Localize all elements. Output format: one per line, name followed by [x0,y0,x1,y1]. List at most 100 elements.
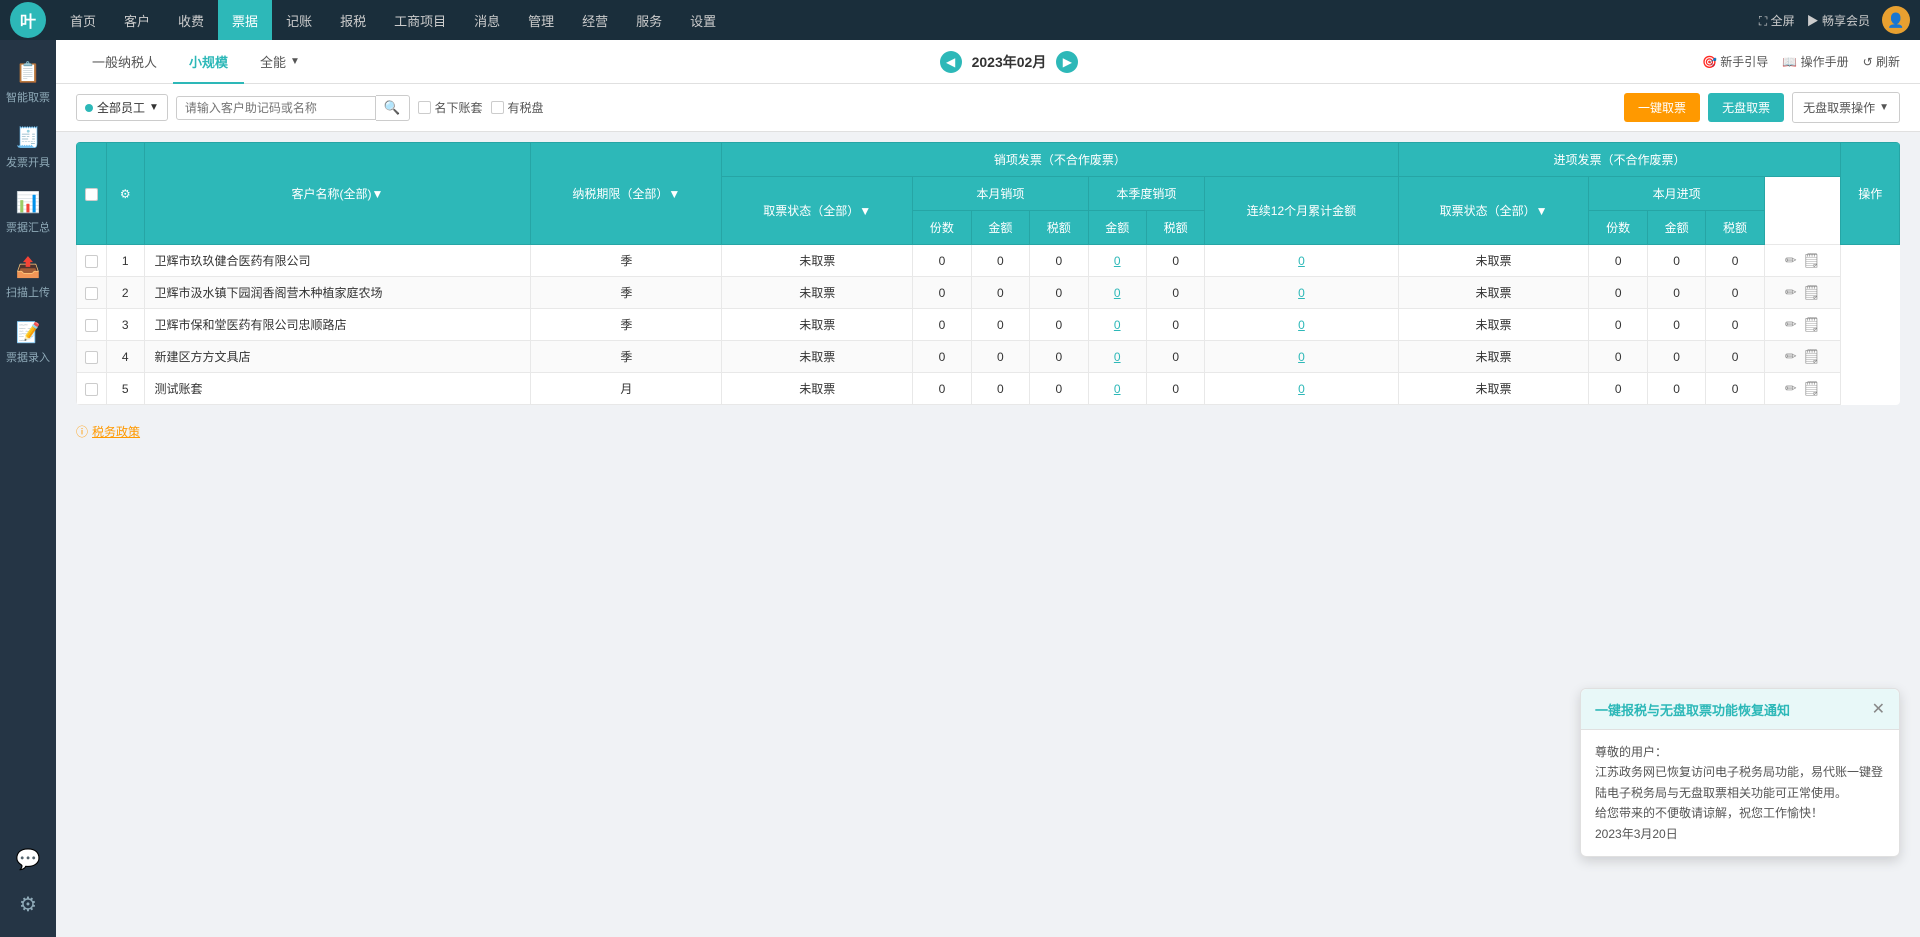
row-sales-quarter-amount[interactable]: 0 [1088,245,1146,277]
th-sales-status[interactable]: 取票状态（全部）▼ [722,177,913,245]
row-checkbox[interactable] [77,341,107,373]
nav-message[interactable]: 消息 [460,0,514,40]
view-icon[interactable]: 🗒 [1803,348,1821,365]
checkbox-named-account[interactable]: 名下账套 [418,99,483,116]
nav-tax[interactable]: 报税 [326,0,380,40]
row-num: 5 [107,373,145,405]
row-purchase-month-count: 0 [1589,277,1647,309]
row-purchase-month-tax: 0 [1706,277,1764,309]
sidebar-item-smart-ticket[interactable]: 📋 智能取票 [0,50,56,115]
tab-all[interactable]: 全能 ▼ [244,40,316,84]
sidebar-item-scan-upload[interactable]: 📤 扫描上传 [0,245,56,310]
view-icon[interactable]: 🗒 [1803,252,1821,269]
row-cumulative[interactable]: 0 [1205,309,1398,341]
edit-icon[interactable]: ✏ [1785,348,1797,365]
nav-invoice[interactable]: 票据 [218,0,272,40]
notification-close-btn[interactable]: ✕ [1872,699,1885,719]
more-actions-btn[interactable]: 无盘取票操作 ▼ [1792,92,1900,123]
refresh-btn[interactable]: ↺ 刷新 [1863,53,1900,70]
vip-btn[interactable]: ▶ 畅享会员 [1807,12,1870,29]
row-customer-name: 新建区方方文具店 [144,341,531,373]
notification-date: 2023年3月20日 [1595,824,1885,844]
tax-policy-link[interactable]: 税务政策 [92,423,140,440]
row-sales-quarter-amount[interactable]: 0 [1088,277,1146,309]
row-purchase-status: 未取票 [1398,245,1589,277]
view-icon[interactable]: 🗒 [1803,380,1821,397]
row-num: 1 [107,245,145,277]
user-avatar[interactable]: 👤 [1882,6,1910,34]
row-checkbox[interactable] [77,309,107,341]
th-customer-name[interactable]: 客户名称(全部)▼ [144,143,531,245]
row-checkbox[interactable] [77,277,107,309]
th-sales-quarter-amount: 金额 [1088,211,1146,245]
fullscreen-btn[interactable]: ⛶ 全屏 [1759,12,1795,29]
th-tax-period[interactable]: 纳税期限（全部）▼ [531,143,722,245]
row-cumulative[interactable]: 0 [1205,277,1398,309]
sidebar-item-message[interactable]: 💬 [0,837,56,882]
edit-icon[interactable]: ✏ [1785,316,1797,333]
sidebar-item-invoice-summary[interactable]: 📊 票据汇总 [0,180,56,245]
row-cumulative[interactable]: 0 [1205,245,1398,277]
row-actions: ✏ 🗒 [1764,341,1841,373]
nav-billing[interactable]: 收费 [164,0,218,40]
sidebar-label-smart-ticket: 智能取票 [6,89,50,105]
toolbar-left: 全部员工 ▼ 🔍 名下账套 有税盘 [76,94,1614,121]
row-checkbox[interactable] [77,245,107,277]
sidebar-item-settings[interactable]: ⚙ [0,882,56,927]
th-cumulative: 连续12个月累计金额 [1205,177,1398,245]
select-all-checkbox[interactable] [85,188,98,201]
view-icon[interactable]: 🗒 [1803,316,1821,333]
row-purchase-month-amount: 0 [1647,373,1705,405]
row-purchase-month-count: 0 [1589,309,1647,341]
row-sales-status: 未取票 [722,277,913,309]
sidebar-label-open-invoice: 发票开具 [6,154,50,170]
row-customer-name: 测试账套 [144,373,531,405]
view-icon[interactable]: 🗒 [1803,284,1821,301]
one-key-btn[interactable]: 一键取票 [1624,93,1700,122]
row-sales-quarter-amount[interactable]: 0 [1088,309,1146,341]
row-cumulative[interactable]: 0 [1205,373,1398,405]
search-button[interactable]: 🔍 [376,95,410,121]
period-label: 2023年02月 [972,52,1047,72]
row-purchase-status: 未取票 [1398,373,1589,405]
manual-btn[interactable]: 📖 操作手册 [1782,53,1848,70]
nav-client[interactable]: 客户 [110,0,164,40]
guide-btn[interactable]: 🎯 新手引导 [1702,53,1768,70]
checkbox-tax-disk-box[interactable] [491,101,504,114]
nav-business[interactable]: 工商项目 [380,0,460,40]
period-prev-btn[interactable]: ◀ [940,51,962,73]
footer-bar: ⓘ 税务政策 [56,415,1920,448]
search-input[interactable] [176,96,376,120]
sidebar-item-open-invoice[interactable]: 🧾 发票开具 [0,115,56,180]
nav-operation[interactable]: 经营 [568,0,622,40]
row-purchase-month-amount: 0 [1647,309,1705,341]
message-icon: 💬 [16,847,41,872]
edit-icon[interactable]: ✏ [1785,284,1797,301]
th-purchase-status[interactable]: 取票状态（全部）▼ [1398,177,1589,245]
chevron-down-icon-more: ▼ [1879,102,1889,113]
th-purchase-group: 进项发票（不合作废票） [1398,143,1841,177]
row-cumulative[interactable]: 0 [1205,341,1398,373]
nav-home[interactable]: 首页 [56,0,110,40]
period-next-btn[interactable]: ▶ [1056,51,1078,73]
nav-bookkeeping[interactable]: 记账 [272,0,326,40]
row-checkbox[interactable] [77,373,107,405]
th-sales-group: 销项发票（不合作废票） [722,143,1398,177]
no-disk-btn[interactable]: 无盘取票 [1708,93,1784,122]
edit-icon[interactable]: ✏ [1785,380,1797,397]
row-customer-name: 卫辉市保和堂医药有限公司忠顺路店 [144,309,531,341]
nav-service[interactable]: 服务 [622,0,676,40]
edit-icon[interactable]: ✏ [1785,252,1797,269]
checkbox-named-account-box[interactable] [418,101,431,114]
row-sales-quarter-amount[interactable]: 0 [1088,341,1146,373]
tab-general-taxpayer[interactable]: 一般纳税人 [76,40,173,84]
checkbox-tax-disk[interactable]: 有税盘 [491,99,544,116]
tab-small-scale[interactable]: 小规模 [173,40,244,84]
th-select-all[interactable] [77,143,107,245]
nav-settings[interactable]: 设置 [676,0,730,40]
row-sales-quarter-amount[interactable]: 0 [1088,373,1146,405]
chevron-down-icon-select: ▼ [149,102,159,113]
sidebar-item-invoice-entry[interactable]: 📝 票据录入 [0,310,56,375]
nav-manage[interactable]: 管理 [514,0,568,40]
employee-select[interactable]: 全部员工 ▼ [76,94,168,121]
